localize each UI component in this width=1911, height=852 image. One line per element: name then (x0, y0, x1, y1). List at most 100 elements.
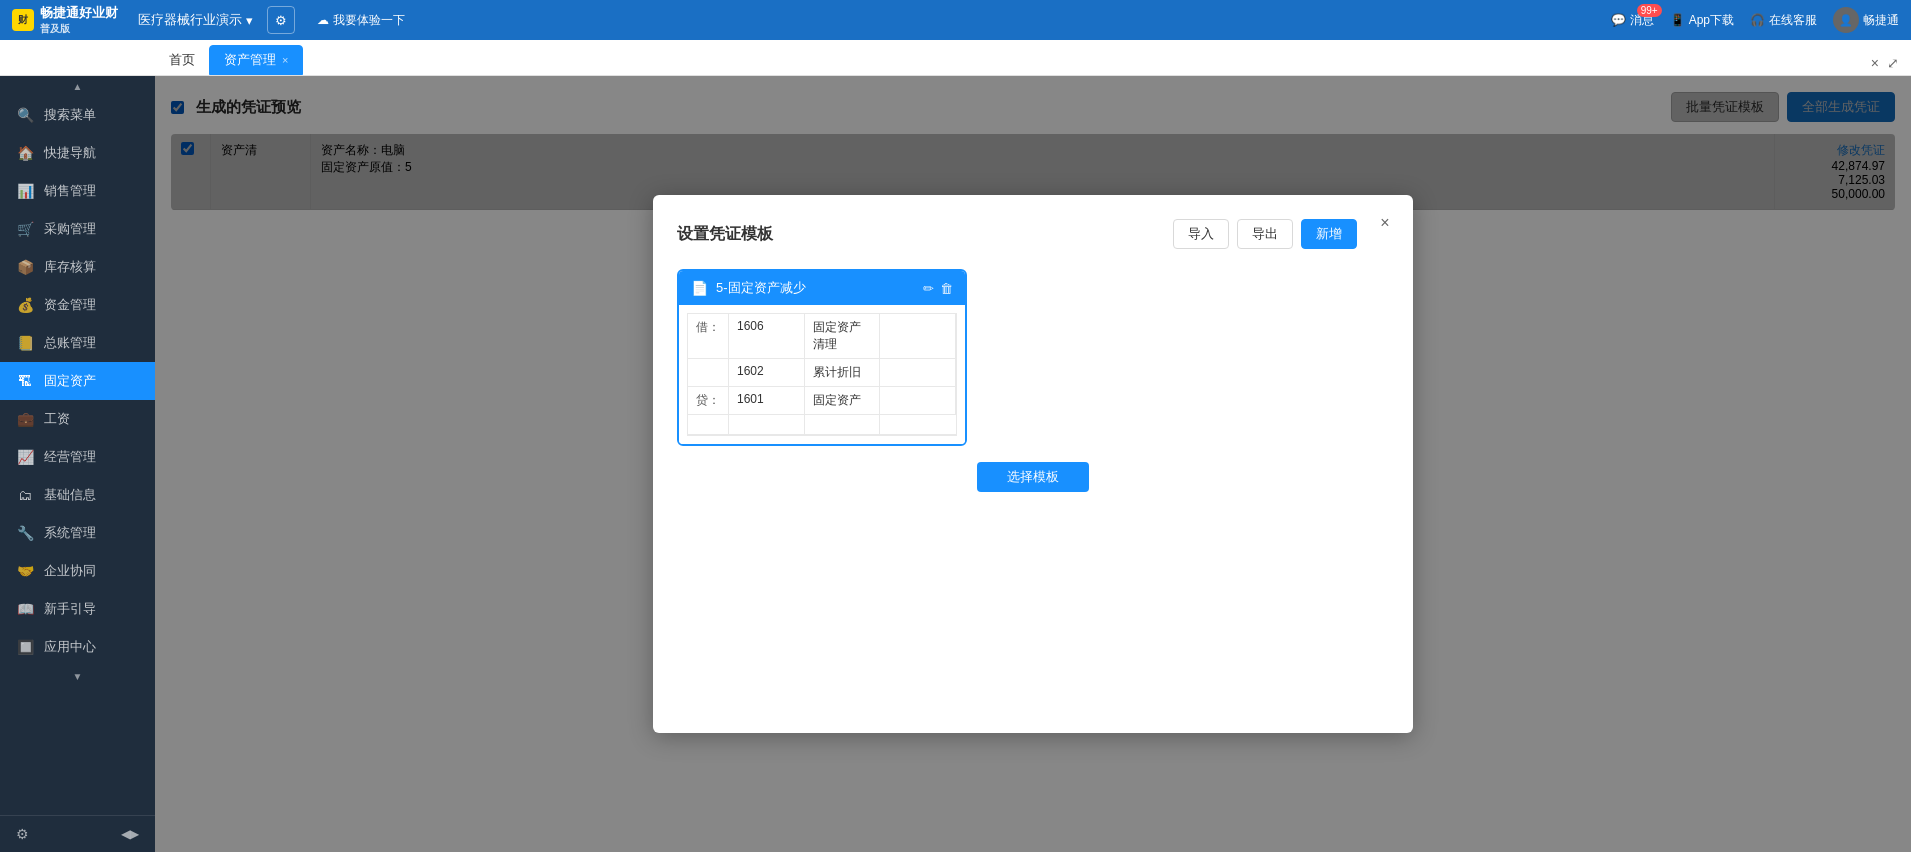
sidebar-item-purchase[interactable]: 🛒 采购管理 (0, 210, 155, 248)
sidebar-settings-icon[interactable]: ⚙ (16, 826, 29, 842)
company-name: 医疗器械行业演示 (138, 11, 242, 29)
operations-icon: 📈 (16, 448, 34, 466)
sidebar-item-inventory[interactable]: 📦 库存核算 (0, 248, 155, 286)
sidebar-item-label: 企业协同 (44, 562, 96, 580)
sidebar-item-label: 采购管理 (44, 220, 96, 238)
fixed-assets-icon: 🏗 (16, 372, 34, 390)
sidebar-item-label: 销售管理 (44, 182, 96, 200)
sidebar-item-search[interactable]: 🔍 搜索菜单 (0, 96, 155, 134)
sidebar-item-label: 总账管理 (44, 334, 96, 352)
grid-cell-side-0: 借： (688, 314, 729, 359)
tabbar-expand-icon[interactable]: ⤢ (1887, 55, 1899, 71)
app-download-button[interactable]: 📱 App下载 (1670, 12, 1734, 29)
modal-body: 📄 5-固定资产减少 ✏ 🗑 借： 1606 (677, 269, 1389, 709)
tab-assets[interactable]: 资产管理 × (209, 45, 303, 75)
sidebar-item-basic-info[interactable]: 🗂 基础信息 (0, 476, 155, 514)
grid-cell-name-1: 累计折旧 (805, 359, 881, 387)
user-button[interactable]: 👤 畅捷通 (1833, 7, 1899, 33)
app-icon: 📱 (1670, 13, 1685, 27)
sidebar-item-cooperation[interactable]: 🤝 企业协同 (0, 552, 155, 590)
guide-icon: 📖 (16, 600, 34, 618)
sidebar-item-funds[interactable]: 💰 资金管理 (0, 286, 155, 324)
sidebar-item-label: 快捷导航 (44, 144, 96, 162)
template-grid: 借： 1606 固定资产清理 1602 累计折旧 贷： (687, 313, 957, 436)
template-card: 📄 5-固定资产减少 ✏ 🗑 借： 1606 (677, 269, 967, 446)
message-button[interactable]: 💬 消息 99+ (1611, 12, 1654, 29)
template-delete-icon[interactable]: 🗑 (940, 281, 953, 296)
topbar-logo: 财 畅捷通好业财 普及版 (12, 4, 118, 36)
template-header-actions: ✏ 🗑 (923, 281, 953, 296)
sidebar-scroll-up[interactable]: ▲ (0, 76, 155, 96)
sidebar-item-ledger[interactable]: 📒 总账管理 (0, 324, 155, 362)
grid-cell-code-2: 1601 (729, 387, 805, 415)
select-btn-wrap: 选择模板 (677, 462, 1389, 492)
grid-cell-code-3 (729, 415, 805, 435)
avatar-icon: 👤 (1839, 14, 1853, 27)
cooperation-icon: 🤝 (16, 562, 34, 580)
select-template-button[interactable]: 选择模板 (977, 462, 1089, 492)
system-icon: 🔧 (16, 524, 34, 542)
new-button[interactable]: 新增 (1301, 219, 1357, 249)
sidebar-item-guide[interactable]: 📖 新手引导 (0, 590, 155, 628)
sidebar-item-payroll[interactable]: 💼 工资 (0, 400, 155, 438)
sidebar-scroll-down[interactable]: ▼ (0, 666, 155, 686)
tab-home-label: 首页 (169, 51, 195, 69)
message-badge: 99+ (1637, 4, 1662, 17)
topbar-right: 💬 消息 99+ 📱 App下载 🎧 在线客服 👤 畅捷通 (1611, 7, 1899, 33)
grid-cell-name-2: 固定资产 (805, 387, 881, 415)
grid-cell-col4-0 (880, 314, 956, 359)
modal-overlay: 设置凭证模板 导入 导出 新增 × 📄 5-固定资产减少 (155, 76, 1911, 852)
sidebar-item-quick-nav[interactable]: 🏠 快捷导航 (0, 134, 155, 172)
sidebar-item-system[interactable]: 🔧 系统管理 (0, 514, 155, 552)
settings-icon[interactable]: ⚙ (267, 6, 295, 34)
service-button[interactable]: 🎧 在线客服 (1750, 12, 1817, 29)
sidebar-item-label: 固定资产 (44, 372, 96, 390)
grid-cell-name-3 (805, 415, 881, 435)
dropdown-icon: ▾ (246, 13, 253, 28)
basic-info-icon: 🗂 (16, 486, 34, 504)
grid-cell-code-0: 1606 (729, 314, 805, 359)
company-selector[interactable]: 医疗器械行业演示 ▾ (138, 11, 253, 29)
template-card-header: 📄 5-固定资产减少 ✏ 🗑 (679, 271, 965, 305)
modal-title: 设置凭证模板 (677, 224, 1173, 245)
sidebar-item-fixed-assets[interactable]: 🏗 固定资产 (0, 362, 155, 400)
sidebar-item-app-center[interactable]: 🔲 应用中心 (0, 628, 155, 666)
sales-icon: 📊 (16, 182, 34, 200)
template-edit-icon[interactable]: ✏ (923, 281, 934, 296)
grid-cell-side-2: 贷： (688, 387, 729, 415)
template-card-body: 借： 1606 固定资产清理 1602 累计折旧 贷： (679, 305, 965, 444)
sidebar-bottom: ⚙ ◀▶ (0, 815, 155, 852)
funds-icon: 💰 (16, 296, 34, 314)
purchase-icon: 🛒 (16, 220, 34, 238)
topbar: 财 畅捷通好业财 普及版 医疗器械行业演示 ▾ ⚙ ☁ 我要体验一下 💬 消息 … (0, 0, 1911, 40)
app-center-icon: 🔲 (16, 638, 34, 656)
sidebar-collapse-icon[interactable]: ◀▶ (121, 827, 139, 841)
template-header-icon: 📄 (691, 280, 708, 296)
sidebar-item-sales[interactable]: 📊 销售管理 (0, 172, 155, 210)
sidebar-item-label: 工资 (44, 410, 70, 428)
sidebar-item-label: 资金管理 (44, 296, 96, 314)
logo-sub: 普及版 (40, 22, 118, 36)
template-title: 5-固定资产减少 (716, 279, 915, 297)
sidebar-item-label: 搜索菜单 (44, 106, 96, 124)
content-area: 生成的凭证预览 批量凭证模板 全部生成凭证 资产清 资产名称 (155, 76, 1911, 852)
modal-close-icon[interactable]: × (1373, 211, 1397, 235)
tab-close-icon[interactable]: × (282, 54, 288, 66)
main-layout: ▲ 🔍 搜索菜单 🏠 快捷导航 📊 销售管理 🛒 采购管理 📦 库存核算 💰 资… (0, 76, 1911, 852)
headset-icon: 🎧 (1750, 13, 1765, 27)
inventory-icon: 📦 (16, 258, 34, 276)
tab-home[interactable]: 首页 (155, 45, 209, 75)
ledger-icon: 📒 (16, 334, 34, 352)
experience-button[interactable]: ☁ 我要体验一下 (317, 12, 405, 29)
tabbar-close-icon[interactable]: × (1871, 55, 1879, 71)
search-icon: 🔍 (16, 106, 34, 124)
home-icon: 🏠 (16, 144, 34, 162)
sidebar-item-operations[interactable]: 📈 经营管理 (0, 438, 155, 476)
export-button[interactable]: 导出 (1237, 219, 1293, 249)
modal-header: 设置凭证模板 导入 导出 新增 × (677, 219, 1389, 249)
grid-cell-side-1 (688, 359, 729, 387)
tabbar-controls: × ⤢ (1871, 55, 1911, 75)
import-button[interactable]: 导入 (1173, 219, 1229, 249)
set-voucher-template-modal: 设置凭证模板 导入 导出 新增 × 📄 5-固定资产减少 (653, 195, 1413, 733)
tab-assets-label: 资产管理 (224, 51, 276, 69)
